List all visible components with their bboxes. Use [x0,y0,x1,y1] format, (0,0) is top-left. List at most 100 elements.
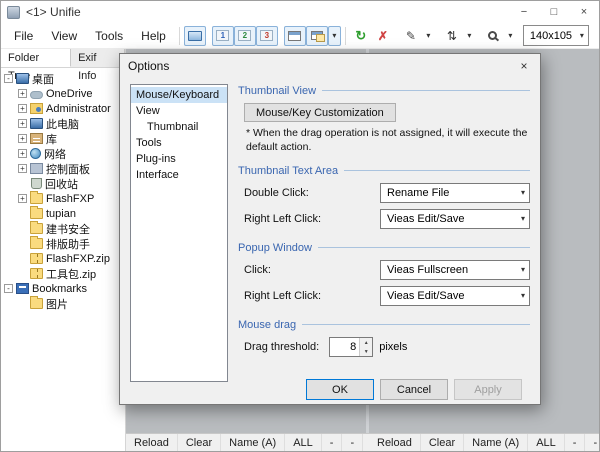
tree-item-administrator[interactable]: +Administrator [18,101,125,116]
apply-button[interactable]: Apply [454,379,522,400]
clear-button[interactable]: Clear [421,434,464,451]
nav-item-thumbnail[interactable]: Thumbnail [131,119,227,135]
status-cell[interactable]: - [565,434,586,451]
double-click-select[interactable]: Rename File ▾ [380,183,530,203]
layout-1-button[interactable]: 1 [212,26,234,46]
tree-item-label: 桌面 [32,71,54,87]
spinner-buttons: ▲ ▼ [359,338,372,356]
ok-button[interactable]: OK [306,379,374,400]
tree-item-libraries[interactable]: +库 [18,131,125,146]
section-thumbnail-view: Thumbnail View [238,84,530,97]
sort-button[interactable]: ⇅ [441,26,463,46]
expand-icon[interactable]: + [18,149,27,158]
status-cell[interactable]: - [342,434,363,451]
tree-item-label: 控制面板 [46,161,90,177]
close-button[interactable]: × [569,1,599,23]
expand-icon[interactable]: + [18,119,27,128]
tree-item-control-panel[interactable]: + 控制面板 [18,161,125,176]
status-cell[interactable]: - [585,434,599,451]
tree-item-label: 此电脑 [46,116,79,132]
expand-icon[interactable]: + [18,104,27,113]
tree-item-desktop[interactable]: - 桌面 [4,71,125,86]
section-header-label: Thumbnail View [238,85,316,97]
clear-button[interactable]: Clear [178,434,221,451]
refresh-button[interactable]: ↻ [350,26,372,46]
chevron-down-icon: ▾ [332,32,336,40]
drag-threshold-spinner[interactable]: 8 ▲ ▼ [329,337,373,357]
spin-down-icon[interactable]: ▼ [360,347,372,356]
expand-icon[interactable]: + [18,164,27,173]
cancel-button[interactable]: Cancel [380,379,448,400]
section-popup-window: Popup Window [238,241,530,254]
delete-button[interactable]: ✗ [372,26,394,46]
tree-item-network[interactable]: +网络 [18,146,125,161]
minimize-button[interactable]: − [509,1,539,23]
expand-icon[interactable]: + [18,89,27,98]
tree-item-flashfxp[interactable]: +FlashFXP [18,191,125,206]
zoom-button[interactable] [482,26,504,46]
edit-button[interactable]: ✎ [400,26,422,46]
tree-item-label: 建书安全 [46,221,90,237]
layout-2-button[interactable]: 2 [234,26,256,46]
drag-threshold-label: Drag threshold: [244,341,319,353]
popup-view-button[interactable] [306,26,328,46]
tab-folder-tree[interactable]: Folder Tree [1,49,71,67]
sort-arrows-icon: ⇅ [447,30,457,42]
tree-item-paiban[interactable]: 排版助手 [18,236,125,251]
nav-item-view[interactable]: View [131,103,227,119]
sort-dropdown-button[interactable]: ▾ [463,26,476,46]
options-nav-list: Mouse/Keyboard View Thumbnail Tools Plug… [130,84,228,382]
section-divider [318,247,530,248]
popup-click-select[interactable]: Vieas Fullscreen ▾ [380,260,530,280]
menu-file[interactable]: File [5,24,42,48]
expand-icon[interactable]: + [18,134,27,143]
collapse-icon[interactable]: - [4,284,13,293]
single-view-button[interactable] [184,26,206,46]
popup-dropdown-button[interactable]: ▾ [328,26,341,46]
zoom-dropdown-button[interactable]: ▾ [504,26,517,46]
window-title: <1> Unifie [26,5,81,19]
tree-item-tupian[interactable]: tupian [18,206,125,221]
recycle-bin-icon [31,178,42,189]
tree-item-label: 排版助手 [46,236,90,252]
reload-button[interactable]: Reload [126,434,178,451]
filter-button[interactable]: ALL [528,434,565,451]
tree-item-bookmarks[interactable]: -Bookmarks [4,281,125,296]
tree-item-recycle-bin[interactable]: 回收站 [18,176,125,191]
thumbnail-size-select[interactable]: 140x105 ▾ [523,25,589,46]
nav-item-plugins[interactable]: Plug-ins [131,151,227,167]
popup-right-left-click-row: Right Left Click: Vieas Edit/Save ▾ [244,286,530,306]
nav-item-mouse-keyboard[interactable]: Mouse/Keyboard [131,87,227,103]
sort-mode-button[interactable]: Name (A) [221,434,285,451]
filter-button[interactable]: ALL [285,434,322,451]
tree-item-label: OneDrive [46,88,92,100]
tree-item-jianshu[interactable]: 建书安全 [18,221,125,236]
status-cell[interactable]: - [322,434,343,451]
menu-view[interactable]: View [42,24,86,48]
tree-item-toolkit-zip[interactable]: 工具包.zip [18,266,125,281]
collapse-icon[interactable]: - [4,74,13,83]
tab-exif-info[interactable]: Exif Info [71,49,125,67]
dialog-close-button[interactable]: × [508,54,540,78]
nav-item-interface[interactable]: Interface [131,167,227,183]
maximize-button[interactable]: □ [539,1,569,23]
spin-up-icon[interactable]: ▲ [360,338,372,347]
toolbar-separator [345,27,346,45]
menu-help[interactable]: Help [132,24,175,48]
popup-window-button[interactable] [284,26,306,46]
reload-button[interactable]: Reload [369,434,421,451]
tree-item-onedrive[interactable]: + OneDrive [18,86,125,101]
right-left-click-select[interactable]: Vieas Edit/Save ▾ [380,209,530,229]
control-panel-icon [30,163,43,174]
tree-item-flashfxp-zip[interactable]: FlashFXP.zip [18,251,125,266]
layout-3-button[interactable]: 3 [256,26,278,46]
nav-item-tools[interactable]: Tools [131,135,227,151]
menu-tools[interactable]: Tools [86,24,132,48]
popup-right-left-click-select[interactable]: Vieas Edit/Save ▾ [380,286,530,306]
sort-mode-button[interactable]: Name (A) [464,434,528,451]
expand-icon[interactable]: + [18,194,27,203]
tree-item-pictures[interactable]: 图片 [18,296,125,311]
tree-item-this-pc[interactable]: + 此电脑 [18,116,125,131]
mouse-key-customization-button[interactable]: Mouse/Key Customization [244,103,396,122]
edit-dropdown-button[interactable]: ▾ [422,26,435,46]
